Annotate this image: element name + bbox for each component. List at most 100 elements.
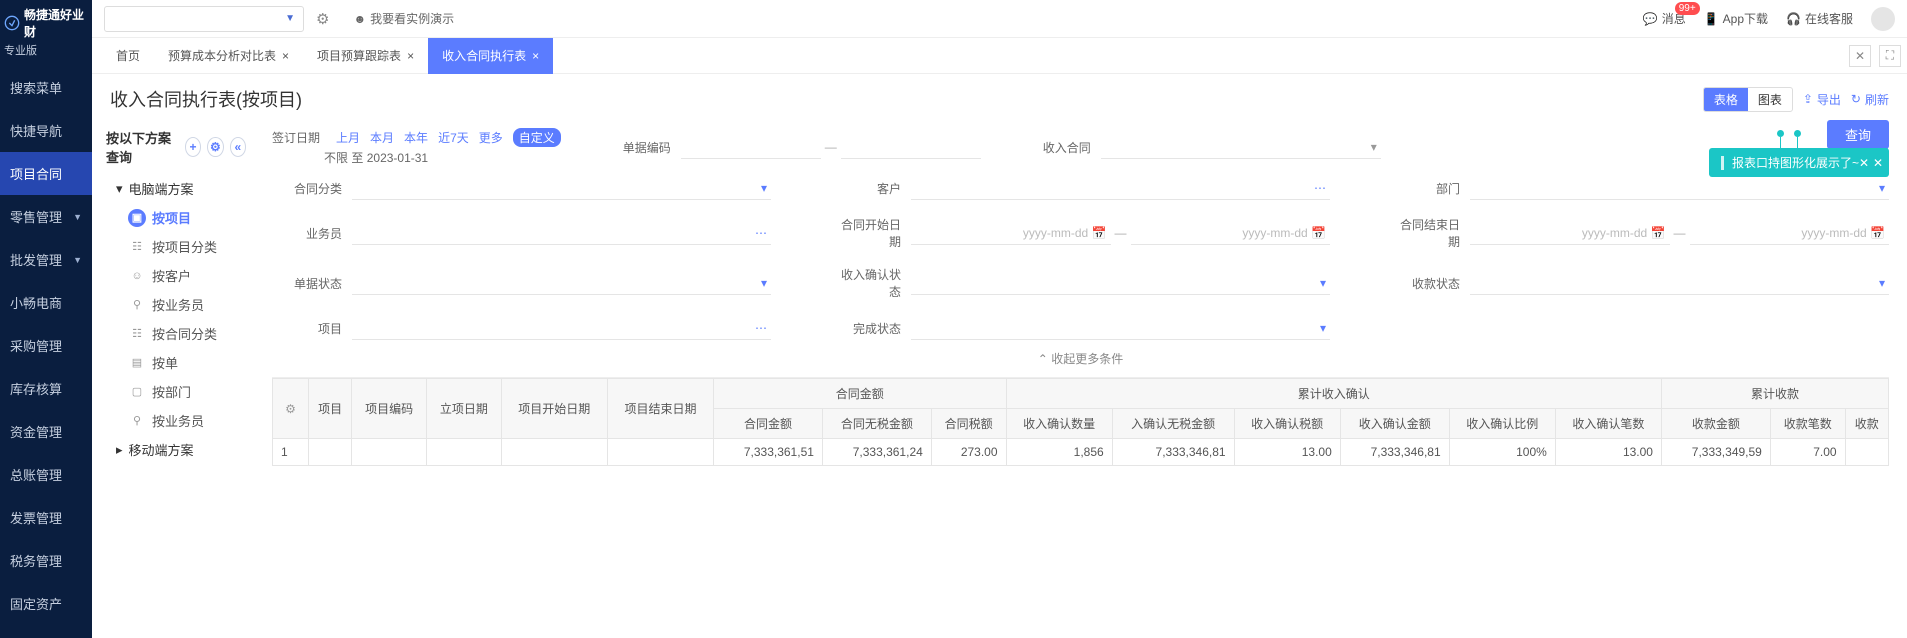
- demo-link[interactable]: ☻ 我要看实例演示: [353, 10, 454, 27]
- col-camt[interactable]: 收入确认金额: [1340, 409, 1449, 439]
- col-amt-notax[interactable]: 合同无税金额: [822, 409, 931, 439]
- scheme-item-0[interactable]: ▣按项目: [106, 203, 246, 232]
- nav-item-0[interactable]: 搜索菜单: [0, 66, 92, 109]
- scheme-item-7[interactable]: ⚲按业务员: [106, 406, 246, 435]
- export-button[interactable]: ⇪导出: [1803, 91, 1841, 108]
- end-date-to-input[interactable]: yyyy-mm-dd 📅: [1690, 221, 1890, 245]
- scheme-add-icon[interactable]: +: [185, 137, 201, 157]
- nav-item-12[interactable]: 固定资产: [0, 582, 92, 625]
- scheme-group-pc[interactable]: ▾ 电脑端方案: [106, 174, 246, 203]
- col-setup[interactable]: 立项日期: [426, 379, 501, 439]
- tooltip-action-icon[interactable]: ✕: [1859, 156, 1869, 170]
- scheme-item-icon: ⚲: [128, 296, 146, 314]
- scheme-item-6[interactable]: ▢按部门: [106, 377, 246, 406]
- nav-item-6[interactable]: 采购管理: [0, 324, 92, 367]
- tab-2[interactable]: 项目预算跟踪表 ×: [303, 38, 428, 74]
- view-table-button[interactable]: 表格: [1704, 88, 1748, 111]
- finish-status-select[interactable]: ▾: [911, 316, 1330, 340]
- chevron-down-icon: ▾: [761, 276, 767, 290]
- user-menu[interactable]: [1871, 7, 1895, 31]
- date-opt-thisyear[interactable]: 本年: [404, 129, 428, 146]
- scheme-item-3[interactable]: ⚲按业务员: [106, 290, 246, 319]
- tab-close-all-icon[interactable]: ✕: [1849, 45, 1871, 67]
- col-rcount[interactable]: 收款笔数: [1770, 409, 1845, 439]
- doc-code-to-input[interactable]: [841, 135, 981, 159]
- scheme-item-4[interactable]: ☷按合同分类: [106, 319, 246, 348]
- col-cnotax[interactable]: 入确认无税金额: [1112, 409, 1234, 439]
- nav-item-3[interactable]: 零售管理▼: [0, 195, 92, 238]
- date-opt-more[interactable]: 更多: [479, 129, 503, 146]
- col-end[interactable]: 项目结束日期: [607, 379, 713, 439]
- project-select[interactable]: ⋯: [352, 316, 771, 340]
- income-confirm-status-select[interactable]: ▾: [911, 271, 1330, 295]
- tab-3[interactable]: 收入合同执行表×: [428, 38, 553, 74]
- nav-item-10[interactable]: 发票管理: [0, 496, 92, 539]
- phone-icon: 📱: [1704, 12, 1719, 26]
- col-project[interactable]: 项目: [309, 379, 352, 439]
- table-row[interactable]: 1 7,333,361,51 7,333,361,24 273.00 1,856…: [273, 439, 1889, 466]
- nav-item-8[interactable]: 资金管理: [0, 410, 92, 453]
- col-rmore[interactable]: 收款: [1845, 409, 1888, 439]
- date-opt-lastmonth[interactable]: 上月: [336, 129, 360, 146]
- col-amt[interactable]: 合同金额: [714, 409, 823, 439]
- doc-status-select[interactable]: ▾: [352, 271, 771, 295]
- scheme-collapse-icon[interactable]: «: [230, 137, 246, 157]
- scheme-group-mobile[interactable]: ▸ 移动端方案: [106, 435, 246, 464]
- tab-1[interactable]: 预算成本分析对比表×: [154, 38, 303, 74]
- col-start[interactable]: 项目开始日期: [501, 379, 607, 439]
- tab-label: 首页: [116, 47, 140, 64]
- col-cratio[interactable]: 收入确认比例: [1449, 409, 1555, 439]
- nav-item-2[interactable]: 项目合同: [0, 152, 92, 195]
- salesman-select[interactable]: ⋯: [352, 221, 771, 245]
- chevron-up-icon: ⌃: [1038, 352, 1048, 366]
- nav-item-7[interactable]: 库存核算: [0, 367, 92, 410]
- refresh-button[interactable]: ↻刷新: [1851, 91, 1889, 108]
- scheme-panel: 按以下方案查询 + ⚙ « ▾ 电脑端方案 ▣按项目☷按项目分类☺按客户⚲按业务…: [92, 120, 252, 638]
- scheme-item-1[interactable]: ☷按项目分类: [106, 232, 246, 261]
- settings-gear-icon[interactable]: ⚙: [316, 10, 329, 28]
- tab-0[interactable]: 首页: [102, 38, 154, 74]
- date-opt-custom[interactable]: 自定义: [513, 128, 561, 147]
- tab-label: 项目预算跟踪表: [317, 47, 401, 64]
- scheme-item-5[interactable]: ▤按单: [106, 348, 246, 377]
- col-cnum[interactable]: 收入确认数量: [1006, 409, 1112, 439]
- date-range-display: 不限 至 2023-01-31: [324, 149, 561, 166]
- scheme-item-2[interactable]: ☺按客户: [106, 261, 246, 290]
- end-date-from-input[interactable]: yyyy-mm-dd 📅: [1470, 221, 1670, 245]
- collapse-filters-button[interactable]: ⌃ 收起更多条件: [272, 340, 1889, 377]
- customer-select[interactable]: ⋯: [911, 176, 1330, 200]
- support-link[interactable]: 🎧 在线客服: [1786, 10, 1853, 27]
- scheme-settings-icon[interactable]: ⚙: [207, 137, 223, 157]
- col-ctax[interactable]: 收入确认税额: [1234, 409, 1340, 439]
- nav-item-1[interactable]: 快捷导航: [0, 109, 92, 152]
- date-opt-7days[interactable]: 近7天: [438, 129, 469, 146]
- tab-close-icon[interactable]: ×: [282, 49, 289, 63]
- table-settings-header[interactable]: ⚙: [273, 379, 309, 439]
- col-ccount[interactable]: 收入确认笔数: [1555, 409, 1661, 439]
- tab-expand-icon[interactable]: ⛶: [1879, 45, 1901, 67]
- tab-close-icon[interactable]: ×: [532, 49, 539, 63]
- receipt-status-select[interactable]: ▾: [1470, 271, 1889, 295]
- query-button[interactable]: 查询: [1827, 120, 1889, 149]
- chevron-down-icon: ▾: [1879, 181, 1885, 195]
- org-dropdown[interactable]: ▼: [104, 6, 304, 32]
- nav-item-11[interactable]: 税务管理: [0, 539, 92, 582]
- start-date-from-input[interactable]: yyyy-mm-dd 📅: [911, 221, 1111, 245]
- date-opt-thismonth[interactable]: 本月: [370, 129, 394, 146]
- col-code[interactable]: 项目编码: [352, 379, 427, 439]
- doc-code-from-input[interactable]: [681, 135, 821, 159]
- messages-link[interactable]: 💬 消息 99+: [1643, 10, 1686, 27]
- income-contract-input[interactable]: ▾: [1101, 135, 1381, 159]
- col-tax[interactable]: 合同税额: [931, 409, 1006, 439]
- tooltip-close-icon[interactable]: ✕: [1873, 156, 1883, 170]
- nav-item-5[interactable]: 小畅电商: [0, 281, 92, 324]
- nav-item-9[interactable]: 总账管理: [0, 453, 92, 496]
- tab-close-icon[interactable]: ×: [407, 49, 414, 63]
- app-download-link[interactable]: 📱 App下载: [1704, 10, 1768, 27]
- contract-type-select[interactable]: ▾: [352, 176, 771, 200]
- dept-select[interactable]: ▾: [1470, 176, 1889, 200]
- start-date-to-input[interactable]: yyyy-mm-dd 📅: [1131, 221, 1331, 245]
- view-chart-button[interactable]: 图表: [1748, 88, 1792, 111]
- nav-item-4[interactable]: 批发管理▼: [0, 238, 92, 281]
- col-ramt[interactable]: 收款金额: [1661, 409, 1770, 439]
